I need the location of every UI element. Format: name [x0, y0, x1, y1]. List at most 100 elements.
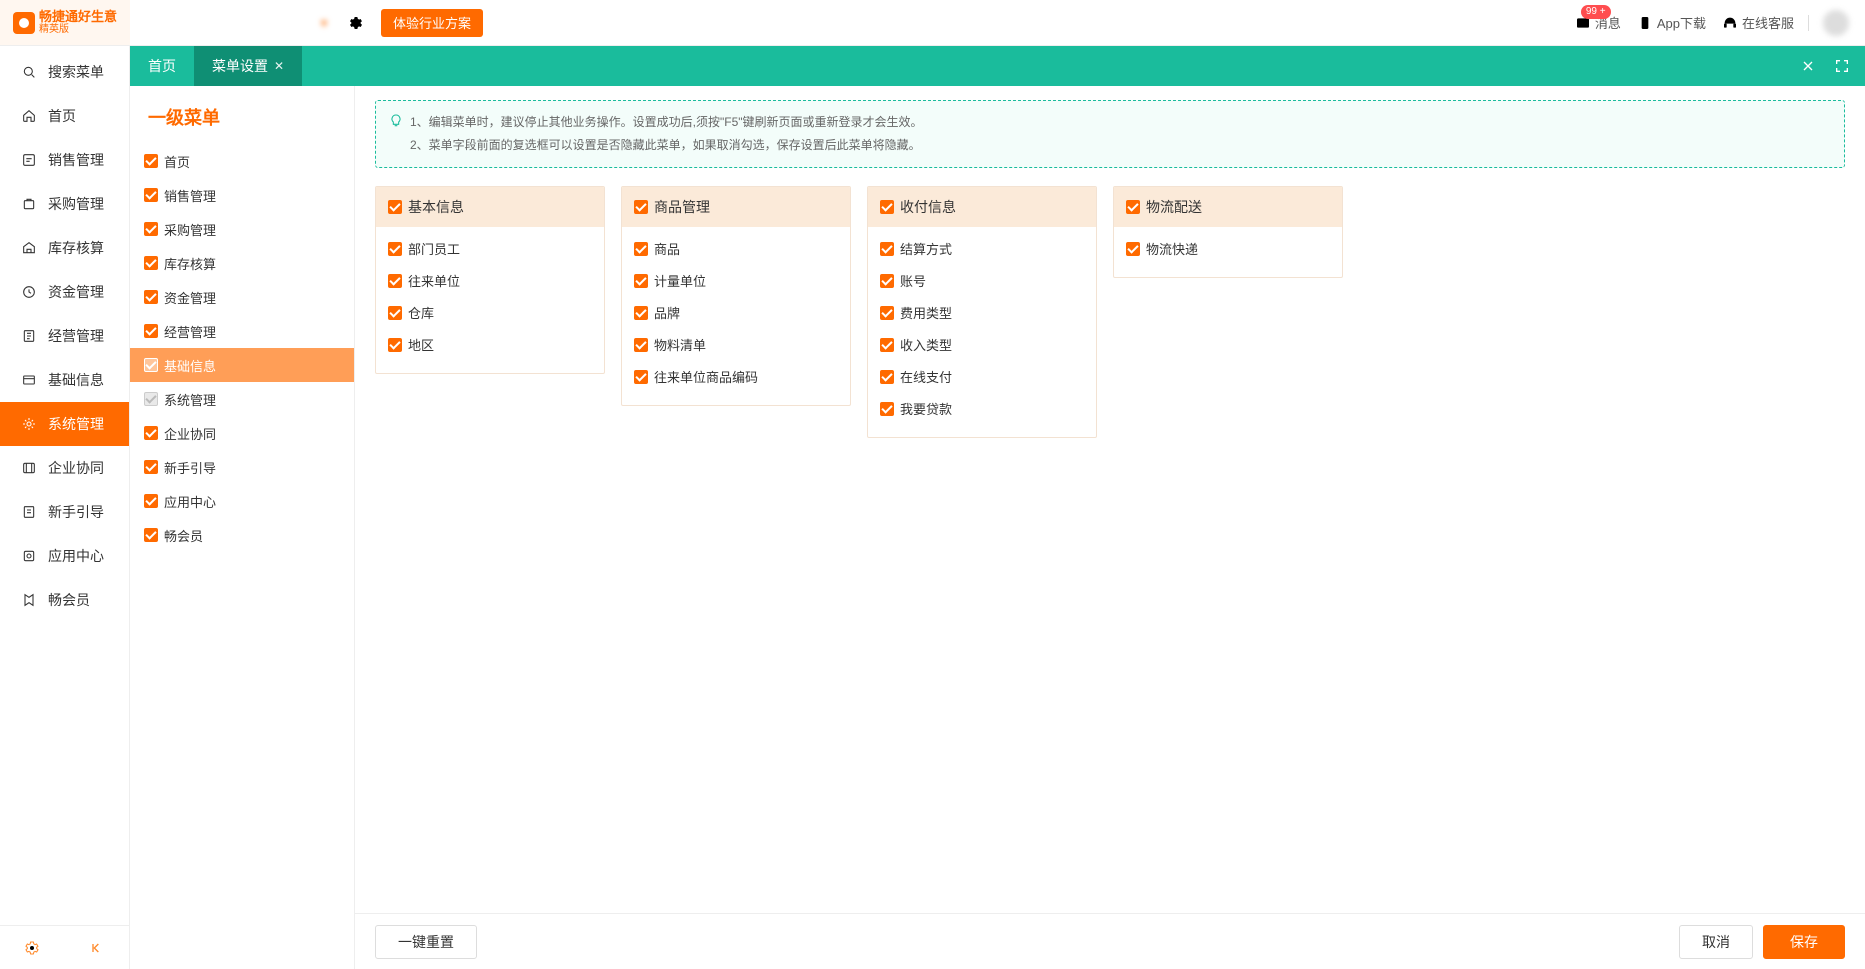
sidebar-item-3[interactable]: 采购管理: [0, 182, 129, 226]
sidebar-item-0[interactable]: 搜索菜单: [0, 50, 129, 94]
sidebar-item-9[interactable]: 企业协同: [0, 446, 129, 490]
sidebar-item-12[interactable]: 畅会员: [0, 578, 129, 622]
level1-checkbox[interactable]: [144, 494, 158, 508]
group-header[interactable]: 物流配送: [1114, 187, 1342, 227]
sidebar-item-10[interactable]: 新手引导: [0, 490, 129, 534]
tab-close-all-button[interactable]: [1791, 46, 1825, 86]
app-download-button[interactable]: App下载: [1637, 13, 1706, 32]
group-item-checkbox[interactable]: [880, 338, 894, 352]
level1-checkbox[interactable]: [144, 188, 158, 202]
tab-close-icon[interactable]: ✕: [274, 59, 284, 73]
level1-checkbox[interactable]: [144, 528, 158, 542]
group-item-checkbox[interactable]: [880, 306, 894, 320]
group-item-checkbox[interactable]: [634, 338, 648, 352]
fullscreen-button[interactable]: [1825, 46, 1859, 86]
sidebar-item-5[interactable]: 资金管理: [0, 270, 129, 314]
level1-item-1[interactable]: 销售管理: [130, 178, 354, 212]
level1-item-8[interactable]: 企业协同: [130, 416, 354, 450]
group-header[interactable]: 基本信息: [376, 187, 604, 227]
group-item[interactable]: 费用类型: [880, 297, 1084, 329]
level1-item-7[interactable]: 系统管理: [130, 382, 354, 416]
sidebar-item-icon: [20, 327, 38, 345]
group-item[interactable]: 物料清单: [634, 329, 838, 361]
group-item[interactable]: 计量单位: [634, 265, 838, 297]
group-item-checkbox[interactable]: [388, 242, 402, 256]
group-header[interactable]: 商品管理: [622, 187, 850, 227]
sidebar-collapse-button[interactable]: [77, 926, 117, 969]
sidebar-item-7[interactable]: 基础信息: [0, 358, 129, 402]
group-item-checkbox[interactable]: [1126, 242, 1140, 256]
group-header-checkbox[interactable]: [634, 200, 648, 214]
group-item[interactable]: 仓库: [388, 297, 592, 329]
avatar[interactable]: [1823, 10, 1849, 36]
sidebar-item-1[interactable]: 首页: [0, 94, 129, 138]
group-item-checkbox[interactable]: [634, 274, 648, 288]
group-item-checkbox[interactable]: [634, 306, 648, 320]
group-header[interactable]: 收付信息: [868, 187, 1096, 227]
sidebar-item-4[interactable]: 库存核算: [0, 226, 129, 270]
group-item[interactable]: 我要贷款: [880, 393, 1084, 425]
tab-1[interactable]: 菜单设置✕: [194, 46, 302, 86]
level1-item-label: 首页: [164, 152, 190, 171]
sidebar-settings-button[interactable]: [12, 926, 52, 969]
group-item[interactable]: 往来单位商品编码: [634, 361, 838, 393]
group-item-checkbox[interactable]: [880, 274, 894, 288]
sidebar-item-2[interactable]: 销售管理: [0, 138, 129, 182]
support-button[interactable]: 在线客服: [1722, 13, 1794, 32]
settings-button[interactable]: [341, 8, 371, 38]
group-item-checkbox[interactable]: [880, 370, 894, 384]
group-item[interactable]: 结算方式: [880, 233, 1084, 265]
sidebar-item-icon: [20, 591, 38, 609]
group-item[interactable]: 在线支付: [880, 361, 1084, 393]
group-item-checkbox[interactable]: [388, 274, 402, 288]
level1-item-9[interactable]: 新手引导: [130, 450, 354, 484]
group-item[interactable]: 物流快递: [1126, 233, 1330, 265]
level1-checkbox[interactable]: [144, 358, 158, 372]
group-item[interactable]: 品牌: [634, 297, 838, 329]
group-card-1: 商品管理商品计量单位品牌物料清单往来单位商品编码: [621, 186, 851, 406]
try-industry-button[interactable]: 体验行业方案: [381, 9, 483, 37]
level1-checkbox[interactable]: [144, 290, 158, 304]
group-item-label: 账号: [900, 271, 926, 290]
group-header-checkbox[interactable]: [880, 200, 894, 214]
level1-checkbox[interactable]: [144, 324, 158, 338]
reset-button[interactable]: 一键重置: [375, 925, 477, 959]
group-item[interactable]: 地区: [388, 329, 592, 361]
group-item[interactable]: 商品: [634, 233, 838, 265]
group-header-checkbox[interactable]: [1126, 200, 1140, 214]
group-item-checkbox[interactable]: [388, 306, 402, 320]
group-item[interactable]: 收入类型: [880, 329, 1084, 361]
level1-item-2[interactable]: 采购管理: [130, 212, 354, 246]
level1-item-4[interactable]: 资金管理: [130, 280, 354, 314]
group-item[interactable]: 部门员工: [388, 233, 592, 265]
sidebar-item-8[interactable]: 系统管理: [0, 402, 129, 446]
level1-checkbox[interactable]: [144, 154, 158, 168]
tab-0[interactable]: 首页: [130, 46, 194, 86]
cancel-button[interactable]: 取消: [1679, 925, 1753, 959]
level1-checkbox[interactable]: [144, 460, 158, 474]
group-item-checkbox[interactable]: [634, 370, 648, 384]
level1-item-11[interactable]: 畅会员: [130, 518, 354, 552]
save-button[interactable]: 保存: [1763, 925, 1845, 959]
group-item-checkbox[interactable]: [880, 402, 894, 416]
group-title: 物流配送: [1146, 197, 1202, 217]
level1-item-3[interactable]: 库存核算: [130, 246, 354, 280]
sidebar-item-11[interactable]: 应用中心: [0, 534, 129, 578]
group-item-checkbox[interactable]: [634, 242, 648, 256]
level1-item-10[interactable]: 应用中心: [130, 484, 354, 518]
level1-item-5[interactable]: 经营管理: [130, 314, 354, 348]
level1-item-6[interactable]: 基础信息: [130, 348, 354, 382]
group-header-checkbox[interactable]: [388, 200, 402, 214]
level1-checkbox[interactable]: [144, 392, 158, 406]
group-item[interactable]: 往来单位: [388, 265, 592, 297]
group-item-checkbox[interactable]: [880, 242, 894, 256]
org-selector[interactable]: ▾: [145, 8, 335, 38]
group-item[interactable]: 账号: [880, 265, 1084, 297]
sidebar-item-6[interactable]: 经营管理: [0, 314, 129, 358]
level1-checkbox[interactable]: [144, 256, 158, 270]
level1-checkbox[interactable]: [144, 426, 158, 440]
messages-button[interactable]: 99 + 消息: [1575, 13, 1621, 32]
group-item-checkbox[interactable]: [388, 338, 402, 352]
level1-checkbox[interactable]: [144, 222, 158, 236]
level1-item-0[interactable]: 首页: [130, 144, 354, 178]
